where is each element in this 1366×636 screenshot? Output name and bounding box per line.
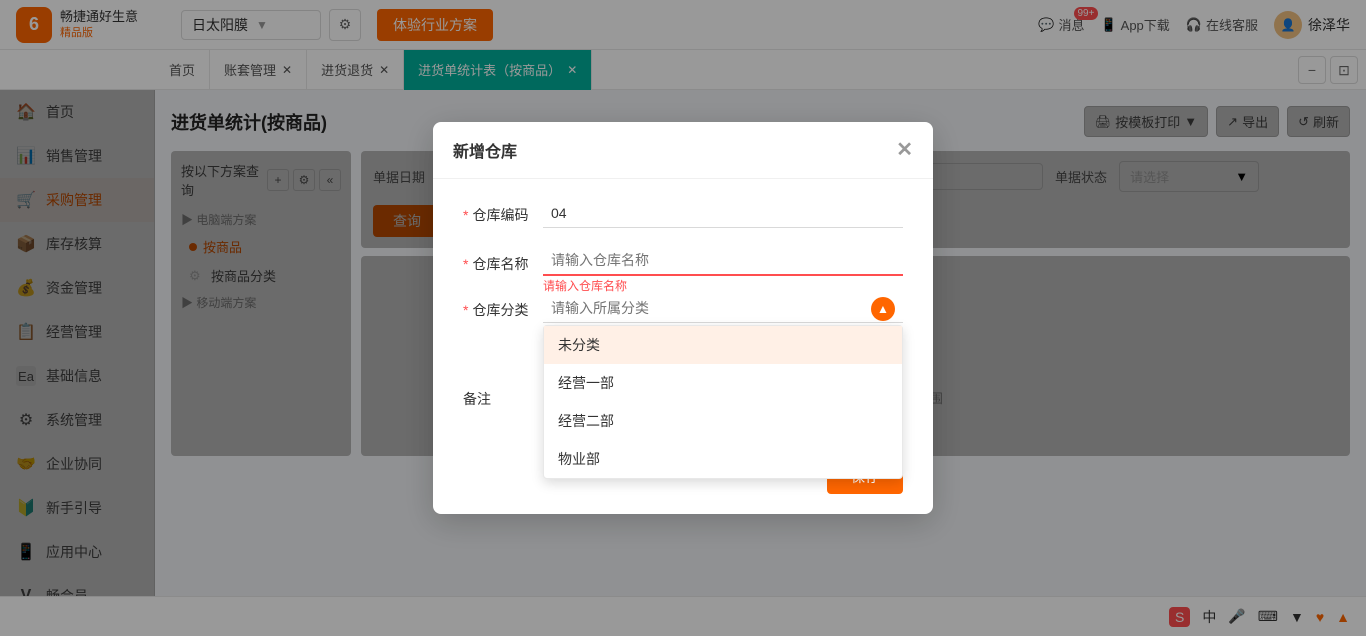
- warehouse-category-field: * 仓库分类 ▲ 未分类 经营一部 经营二部 物业部: [463, 294, 903, 323]
- dialog-body: * 仓库编码 * 仓库名称 请输入仓库名称: [433, 179, 933, 450]
- warehouse-name-field: * 仓库名称 请输入仓库名称: [463, 246, 903, 276]
- category-dropdown-arrow[interactable]: ▲: [871, 297, 895, 321]
- dialog-close-button[interactable]: ✕: [896, 140, 913, 160]
- code-label: * 仓库编码: [463, 199, 543, 225]
- overlay: 新增仓库 ✕ * 仓库编码 * 仓库名称: [0, 0, 1366, 636]
- dropdown-item-dept1[interactable]: 经营一部: [544, 364, 902, 402]
- note-label: 备注: [463, 383, 543, 409]
- name-error-msg: 请输入仓库名称: [543, 277, 627, 294]
- dialog-header: 新增仓库 ✕: [433, 122, 933, 179]
- dialog-title: 新增仓库: [453, 138, 517, 162]
- code-input[interactable]: [543, 199, 903, 228]
- name-input[interactable]: [543, 246, 903, 276]
- dropdown-item-dept3[interactable]: 物业部: [544, 440, 902, 478]
- category-label: * 仓库分类: [463, 294, 543, 320]
- category-select-wrapper: ▲ 未分类 经营一部 经营二部 物业部: [543, 294, 903, 323]
- new-warehouse-dialog: 新增仓库 ✕ * 仓库编码 * 仓库名称: [433, 122, 933, 514]
- name-label: * 仓库名称: [463, 248, 543, 274]
- dropdown-item-uncategorized[interactable]: 未分类: [544, 326, 902, 364]
- dropdown-item-dept2[interactable]: 经营二部: [544, 402, 902, 440]
- warehouse-code-field: * 仓库编码: [463, 199, 903, 228]
- category-input[interactable]: [543, 294, 903, 323]
- category-dropdown: 未分类 经营一部 经营二部 物业部: [543, 325, 903, 479]
